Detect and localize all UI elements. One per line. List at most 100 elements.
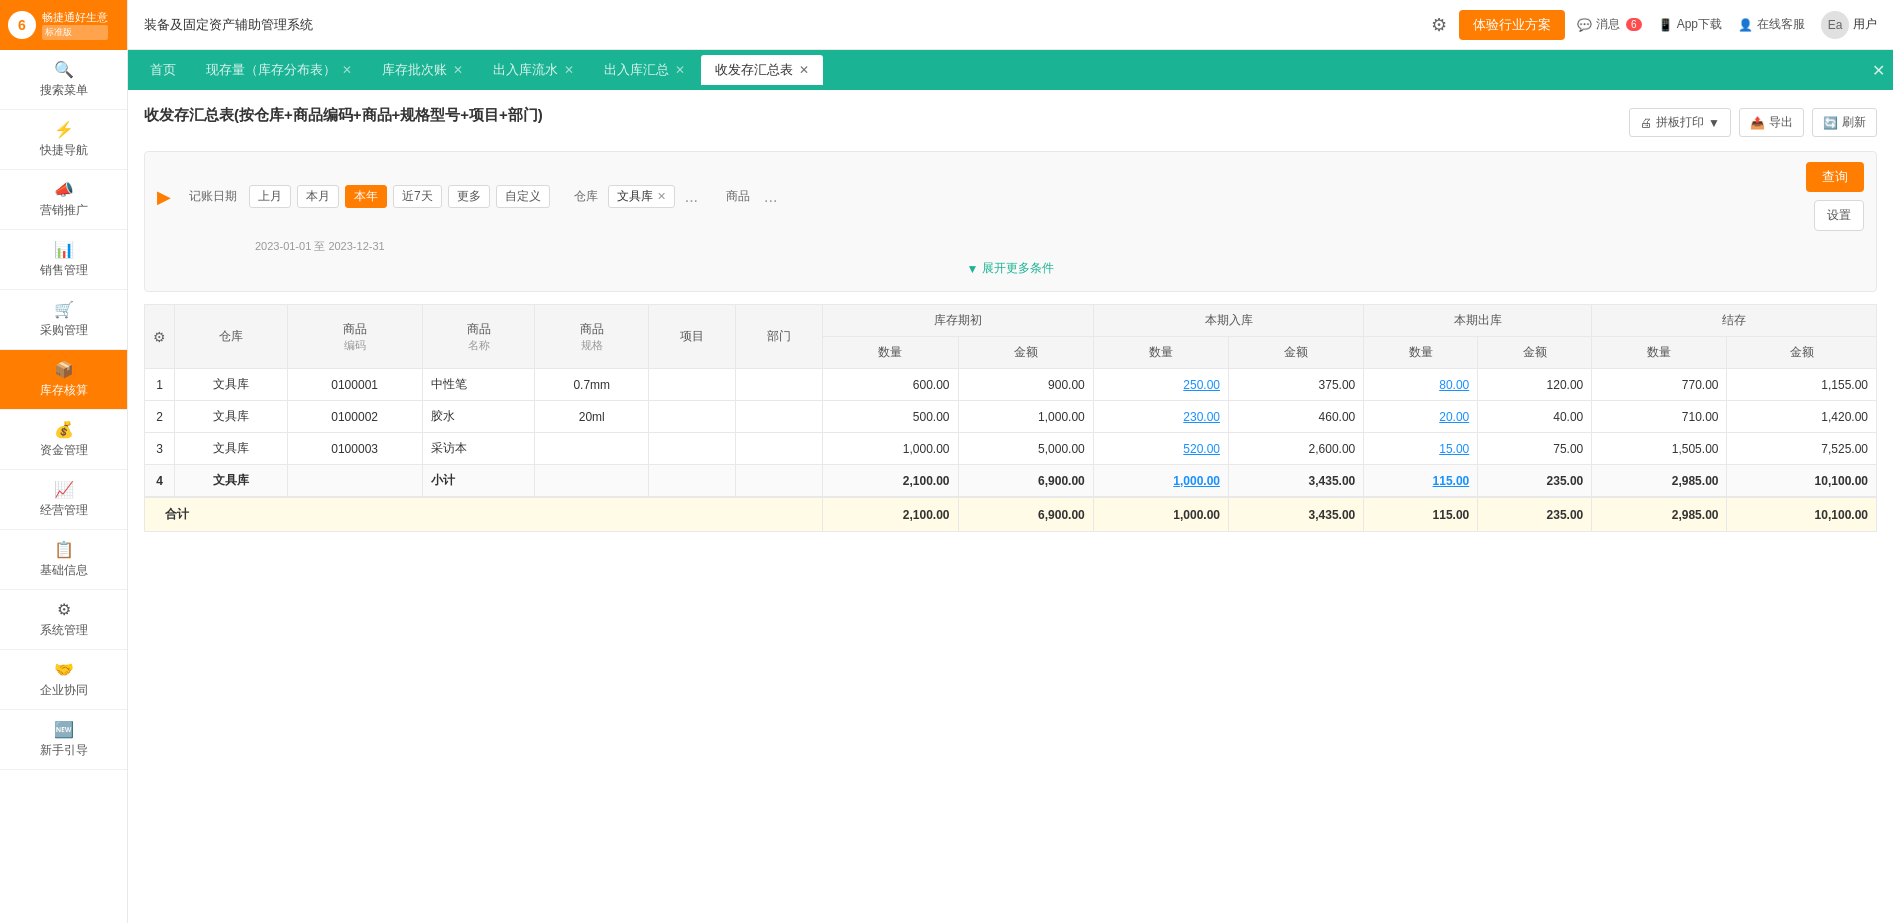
online-service-item[interactable]: 👤 在线客服 xyxy=(1738,16,1805,33)
expand-conditions-button[interactable]: ▼ 展开更多条件 xyxy=(967,260,1055,277)
footer-closing-qty: 2,985.00 xyxy=(1592,497,1727,532)
trial-button[interactable]: 体验行业方案 xyxy=(1459,10,1565,40)
tab-bar: 首页现存量（库存分布表）✕库存批次账✕出入库流水✕出入库汇总✕收发存汇总表✕✕ xyxy=(128,50,1893,90)
sidebar-item-3[interactable]: 📊销售管理 xyxy=(0,230,127,290)
cell-warehouse-0: 文具库 xyxy=(175,369,288,401)
cell-in-qty-1[interactable]: 230.00 xyxy=(1093,401,1228,433)
cell-out-amt-0: 120.00 xyxy=(1478,369,1592,401)
refresh-button[interactable]: 🔄 刷新 xyxy=(1812,108,1877,137)
link-out-qty-0[interactable]: 80.00 xyxy=(1439,378,1469,392)
tab-close-4[interactable]: ✕ xyxy=(675,63,685,77)
settings-icon[interactable]: ⚙ xyxy=(1431,14,1447,36)
warehouse-more-icon[interactable]: ... xyxy=(681,188,702,206)
sidebar-icon-0: 🔍 xyxy=(54,60,74,79)
cell-in-qty-3[interactable]: 1,000.00 xyxy=(1093,465,1228,498)
filter-date-range-row: 2023-01-01 至 2023-12-31 xyxy=(157,237,1864,254)
date-shortcut-0[interactable]: 上月 xyxy=(249,185,291,208)
cell-out-qty-0[interactable]: 80.00 xyxy=(1364,369,1478,401)
date-shortcut-1[interactable]: 本月 xyxy=(297,185,339,208)
tab-4[interactable]: 出入库汇总✕ xyxy=(590,55,699,85)
filter-collapse-icon[interactable]: ▶ xyxy=(157,186,171,208)
sidebar-item-9[interactable]: ⚙系统管理 xyxy=(0,590,127,650)
tab-3[interactable]: 出入库流水✕ xyxy=(479,55,588,85)
date-shortcut-5[interactable]: 自定义 xyxy=(496,185,550,208)
export-button[interactable]: 📤 导出 xyxy=(1739,108,1804,137)
goods-more-icon[interactable]: ... xyxy=(760,188,781,206)
th-warehouse: 仓库 xyxy=(175,305,288,369)
th-product-spec: 商品规格 xyxy=(535,305,649,369)
sidebar-item-2[interactable]: 📣营销推广 xyxy=(0,170,127,230)
link-out-qty-2[interactable]: 15.00 xyxy=(1439,442,1469,456)
tab-1[interactable]: 现存量（库存分布表）✕ xyxy=(192,55,366,85)
warehouse-tag: 文具库 ✕ xyxy=(608,185,675,208)
print-dropdown-icon: ▼ xyxy=(1708,116,1720,130)
th-settings[interactable]: ⚙ xyxy=(145,305,175,369)
sidebar-item-11[interactable]: 🆕新手引导 xyxy=(0,710,127,770)
topbar: 装备及固定资产辅助管理系统 ⚙ 体验行业方案 💬 消息 6 📱 App下载 👤 … xyxy=(128,0,1893,50)
cell-out-qty-2[interactable]: 15.00 xyxy=(1364,433,1478,465)
query-button[interactable]: 查询 xyxy=(1806,162,1864,192)
cell-opening-qty-0: 600.00 xyxy=(823,369,958,401)
cell-in-amt-2: 2,600.00 xyxy=(1229,433,1364,465)
link-out-qty-1[interactable]: 20.00 xyxy=(1439,410,1469,424)
sidebar-item-8[interactable]: 📋基础信息 xyxy=(0,530,127,590)
tab-2[interactable]: 库存批次账✕ xyxy=(368,55,477,85)
sidebar-label-11: 新手引导 xyxy=(40,742,88,759)
table-row-2: 3文具库0100003采访本1,000.005,000.00520.002,60… xyxy=(145,433,1877,465)
tab-close-2[interactable]: ✕ xyxy=(453,63,463,77)
print-button[interactable]: 🖨 拼板打印 ▼ xyxy=(1629,108,1731,137)
cell-out-qty-3[interactable]: 115.00 xyxy=(1364,465,1478,498)
cell-closing-qty-0: 770.00 xyxy=(1592,369,1727,401)
link-out-qty-3[interactable]: 115.00 xyxy=(1433,474,1470,488)
close-all-tabs[interactable]: ✕ xyxy=(1872,61,1885,80)
cell-out-qty-1[interactable]: 20.00 xyxy=(1364,401,1478,433)
message-item[interactable]: 💬 消息 6 xyxy=(1577,16,1642,33)
sidebar-item-5[interactable]: 📦库存核算 xyxy=(0,350,127,410)
tab-0[interactable]: 首页 xyxy=(136,55,190,85)
cell-in-amt-1: 460.00 xyxy=(1229,401,1364,433)
th-in-amt: 金额 xyxy=(1229,337,1364,369)
link-in-qty-3[interactable]: 1,000.00 xyxy=(1173,474,1220,488)
tab-5[interactable]: 收发存汇总表✕ xyxy=(701,55,823,85)
cell-department-0 xyxy=(736,369,823,401)
filter-right: 查询 设置 xyxy=(1806,162,1864,231)
cell-product-name-1: 胶水 xyxy=(422,401,535,433)
cell-opening-qty-3: 2,100.00 xyxy=(823,465,958,498)
date-shortcut-3[interactable]: 近7天 xyxy=(393,185,442,208)
app-download-item[interactable]: 📱 App下载 xyxy=(1658,16,1722,33)
filter-settings-button[interactable]: 设置 xyxy=(1814,200,1864,231)
sidebar-item-7[interactable]: 📈经营管理 xyxy=(0,470,127,530)
cell-closing-amt-2: 7,525.00 xyxy=(1727,433,1877,465)
cell-in-qty-2[interactable]: 520.00 xyxy=(1093,433,1228,465)
th-department: 部门 xyxy=(736,305,823,369)
table-settings-icon[interactable]: ⚙ xyxy=(153,329,166,345)
th-group-in: 本期入库 xyxy=(1093,305,1364,337)
sidebar-item-0[interactable]: 🔍搜索菜单 xyxy=(0,50,127,110)
sidebar-item-10[interactable]: 🤝企业协同 xyxy=(0,650,127,710)
sidebar-item-4[interactable]: 🛒采购管理 xyxy=(0,290,127,350)
th-group-out: 本期出库 xyxy=(1364,305,1592,337)
date-shortcut-4[interactable]: 更多 xyxy=(448,185,490,208)
cell-in-qty-0[interactable]: 250.00 xyxy=(1093,369,1228,401)
user-item[interactable]: Ea 用户 xyxy=(1821,11,1877,39)
page: 收发存汇总表(按仓库+商品编码+商品+规格型号+项目+部门) 🖨 拼板打印 ▼ … xyxy=(128,90,1893,548)
tab-close-5[interactable]: ✕ xyxy=(799,63,809,77)
filter-bar: ▶ 记账日期 上月本月本年近7天更多自定义 仓库 文具库 ✕ ... 商品 ..… xyxy=(144,151,1877,292)
sidebar-label-6: 资金管理 xyxy=(40,442,88,459)
page-title: 收发存汇总表(按仓库+商品编码+商品+规格型号+项目+部门) xyxy=(144,106,543,125)
tab-close-3[interactable]: ✕ xyxy=(564,63,574,77)
link-in-qty-1[interactable]: 230.00 xyxy=(1183,410,1220,424)
sidebar-label-10: 企业协同 xyxy=(40,682,88,699)
warehouse-tag-text: 文具库 xyxy=(617,188,653,205)
sidebar-item-1[interactable]: ⚡快捷导航 xyxy=(0,110,127,170)
footer-closing-amt: 10,100.00 xyxy=(1727,497,1877,532)
warehouse-tag-close[interactable]: ✕ xyxy=(657,190,666,203)
date-shortcut-2[interactable]: 本年 xyxy=(345,185,387,208)
message-label: 消息 xyxy=(1596,16,1620,33)
tab-close-1[interactable]: ✕ xyxy=(342,63,352,77)
link-in-qty-0[interactable]: 250.00 xyxy=(1183,378,1220,392)
cell-product-code-0: 0100001 xyxy=(287,369,422,401)
sidebar-item-6[interactable]: 💰资金管理 xyxy=(0,410,127,470)
refresh-icon: 🔄 xyxy=(1823,116,1838,130)
link-in-qty-2[interactable]: 520.00 xyxy=(1183,442,1220,456)
